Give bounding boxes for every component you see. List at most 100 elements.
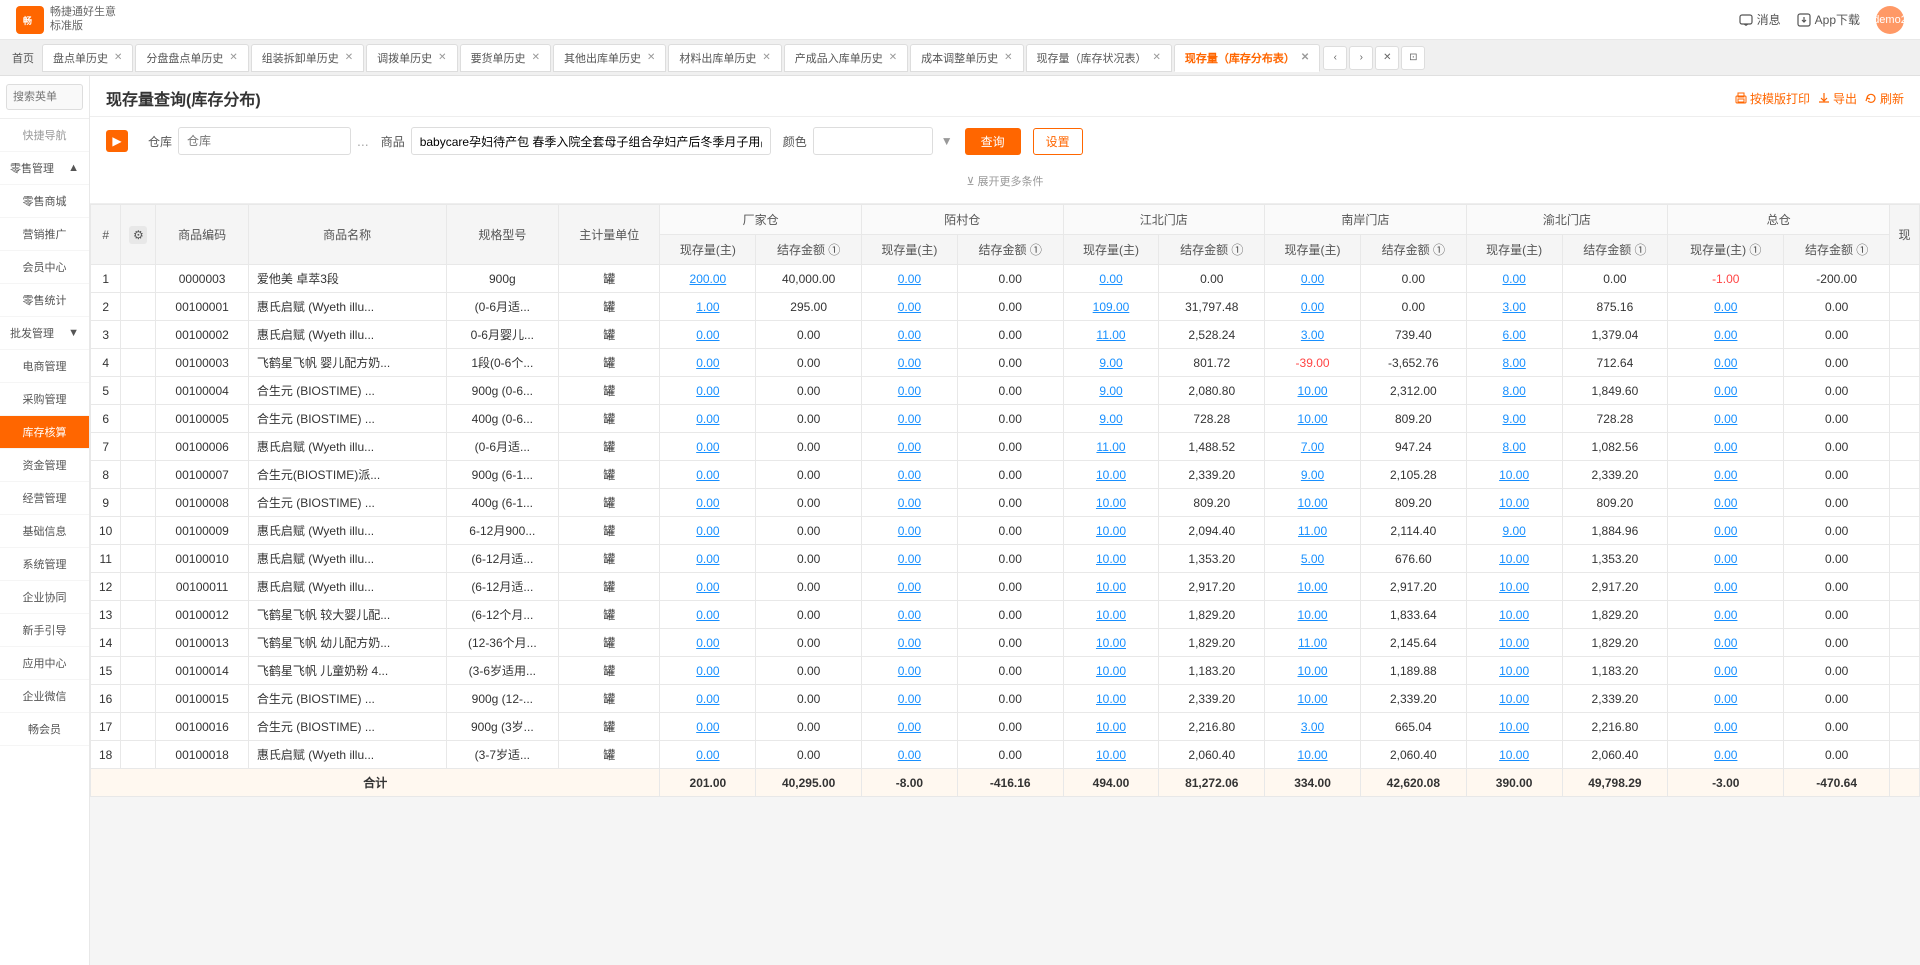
cell-fj-qty[interactable]: 0.00 — [660, 713, 756, 741]
tab-order[interactable]: 要货单历史✕ — [460, 44, 551, 72]
cell-na-qty[interactable]: 10.00 — [1265, 685, 1361, 713]
cell-mc-qty[interactable]: 0.00 — [861, 433, 957, 461]
settings-icon[interactable]: ⚙ — [129, 226, 147, 244]
close-tab-splitlist[interactable]: ✕ — [229, 52, 237, 63]
settings-btn[interactable]: 设置 — [1033, 128, 1083, 155]
cell-na-qty[interactable]: 3.00 — [1265, 321, 1361, 349]
cell-fj-qty[interactable]: 1.00 — [660, 293, 756, 321]
tab-cost-adj[interactable]: 成本调整单历史✕ — [910, 44, 1023, 72]
cell-total-qty[interactable]: 0.00 — [1668, 713, 1784, 741]
cell-mc-qty[interactable]: 0.00 — [861, 489, 957, 517]
cell-na-qty[interactable]: 7.00 — [1265, 433, 1361, 461]
close-tab-transfer[interactable]: ✕ — [438, 52, 446, 63]
cell-na-qty[interactable]: 10.00 — [1265, 601, 1361, 629]
cell-mc-qty[interactable]: 0.00 — [861, 405, 957, 433]
cell-mc-qty[interactable]: 0.00 — [861, 265, 957, 293]
cell-total-qty[interactable]: 0.00 — [1668, 461, 1784, 489]
cell-yb-qty[interactable]: 9.00 — [1466, 405, 1562, 433]
cell-jb-qty[interactable]: 10.00 — [1063, 685, 1159, 713]
tab-close-all-btn[interactable]: ✕ — [1375, 46, 1399, 70]
cell-fj-qty[interactable]: 0.00 — [660, 741, 756, 769]
cell-mc-qty[interactable]: 0.00 — [861, 349, 957, 377]
refresh-btn[interactable]: 刷新 — [1865, 90, 1904, 107]
cell-na-qty[interactable]: 10.00 — [1265, 377, 1361, 405]
search-input[interactable] — [6, 84, 83, 110]
cell-jb-qty[interactable]: 10.00 — [1063, 601, 1159, 629]
cell-yb-qty[interactable]: 10.00 — [1466, 489, 1562, 517]
sidebar-item-retail-shop[interactable]: 零售商城 — [0, 185, 89, 218]
cell-mc-qty[interactable]: 0.00 — [861, 517, 957, 545]
cell-total-qty[interactable]: 0.00 — [1668, 377, 1784, 405]
tab-transfer[interactable]: 调拨单历史✕ — [366, 44, 457, 72]
cell-na-qty[interactable]: 11.00 — [1265, 629, 1361, 657]
cell-jb-qty[interactable]: 10.00 — [1063, 713, 1159, 741]
close-tab-assemble[interactable]: ✕ — [345, 52, 353, 63]
close-tab-stock-dist[interactable]: ✕ — [1301, 52, 1309, 63]
print-btn[interactable]: 按模版打印 — [1735, 90, 1810, 107]
tab-splitlist[interactable]: 分盘盘点单历史✕ — [135, 44, 248, 72]
sidebar-item-retail-mgmt[interactable]: 零售管理▲ — [0, 152, 89, 185]
cell-yb-qty[interactable]: 10.00 — [1466, 713, 1562, 741]
cell-total-qty[interactable]: 0.00 — [1668, 629, 1784, 657]
warehouse-input[interactable] — [178, 127, 351, 155]
message-btn[interactable]: 消息 — [1739, 11, 1781, 28]
cell-mc-qty[interactable]: 0.00 — [861, 741, 957, 769]
cell-na-qty[interactable]: 0.00 — [1265, 293, 1361, 321]
cell-yb-qty[interactable]: 10.00 — [1466, 545, 1562, 573]
cell-total-qty[interactable]: 0.00 — [1668, 293, 1784, 321]
cell-na-qty[interactable]: 11.00 — [1265, 517, 1361, 545]
cell-mc-qty[interactable]: 0.00 — [861, 685, 957, 713]
sidebar-item-wholesale[interactable]: 批发管理▼ — [0, 317, 89, 350]
cell-jb-qty[interactable]: 11.00 — [1063, 433, 1159, 461]
cell-jb-qty[interactable]: 10.00 — [1063, 489, 1159, 517]
cell-fj-qty[interactable]: 0.00 — [660, 601, 756, 629]
cell-fj-qty[interactable]: 0.00 — [660, 573, 756, 601]
cell-yb-qty[interactable]: 3.00 — [1466, 293, 1562, 321]
sidebar-item-ops[interactable]: 经营管理 — [0, 482, 89, 515]
collapse-search-btn[interactable]: ▶ — [106, 130, 128, 152]
cell-jb-qty[interactable]: 11.00 — [1063, 321, 1159, 349]
cell-fj-qty[interactable]: 0.00 — [660, 433, 756, 461]
cell-na-qty[interactable]: 10.00 — [1265, 405, 1361, 433]
sidebar-item-corp-wx[interactable]: 企业微信 — [0, 680, 89, 713]
cell-yb-qty[interactable]: 10.00 — [1466, 657, 1562, 685]
sidebar-item-basic[interactable]: 基础信息 — [0, 515, 89, 548]
cell-jb-qty[interactable]: 10.00 — [1063, 629, 1159, 657]
cell-fj-qty[interactable]: 0.00 — [660, 517, 756, 545]
cell-mc-qty[interactable]: 0.00 — [861, 461, 957, 489]
cell-yb-qty[interactable]: 10.00 — [1466, 601, 1562, 629]
cell-fj-qty[interactable]: 200.00 — [660, 265, 756, 293]
sidebar-item-enterprise[interactable]: 企业协同 — [0, 581, 89, 614]
cell-na-qty[interactable]: 3.00 — [1265, 713, 1361, 741]
tab-expand-btn[interactable]: ⊡ — [1401, 46, 1425, 70]
cell-jb-qty[interactable]: 9.00 — [1063, 377, 1159, 405]
cell-jb-qty[interactable]: 9.00 — [1063, 349, 1159, 377]
cell-jb-qty[interactable]: 10.00 — [1063, 657, 1159, 685]
close-tab-stock-status[interactable]: ✕ — [1153, 52, 1161, 63]
cell-jb-qty[interactable]: 0.00 — [1063, 265, 1159, 293]
cell-fj-qty[interactable]: 0.00 — [660, 377, 756, 405]
tab-assemble[interactable]: 组装拆卸单历史✕ — [251, 44, 364, 72]
cell-jb-qty[interactable]: 9.00 — [1063, 405, 1159, 433]
cell-fj-qty[interactable]: 0.00 — [660, 349, 756, 377]
cell-fj-qty[interactable]: 0.00 — [660, 489, 756, 517]
cell-total-qty[interactable]: 0.00 — [1668, 573, 1784, 601]
cell-mc-qty[interactable]: 0.00 — [861, 545, 957, 573]
cell-na-qty[interactable]: 10.00 — [1265, 741, 1361, 769]
cell-mc-qty[interactable]: 0.00 — [861, 629, 957, 657]
close-tab-other-out[interactable]: ✕ — [647, 52, 655, 63]
col-settings-header[interactable]: ⚙ — [121, 205, 156, 265]
sidebar-item-inventory[interactable]: 库存核算 — [0, 416, 89, 449]
cell-total-qty[interactable]: 0.00 — [1668, 545, 1784, 573]
tab-home[interactable]: 首页 — [4, 50, 42, 66]
tab-other-out[interactable]: 其他出库单历史✕ — [553, 44, 666, 72]
tab-stock-status[interactable]: 现存量（库存状况表）✕ — [1026, 44, 1172, 72]
cell-mc-qty[interactable]: 0.00 — [861, 713, 957, 741]
cell-jb-qty[interactable]: 10.00 — [1063, 573, 1159, 601]
cell-fj-qty[interactable]: 0.00 — [660, 405, 756, 433]
cell-na-qty[interactable]: 10.00 — [1265, 489, 1361, 517]
tab-product-in[interactable]: 产成品入库单历史✕ — [784, 44, 908, 72]
cell-jb-qty[interactable]: 109.00 — [1063, 293, 1159, 321]
cell-mc-qty[interactable]: 0.00 — [861, 601, 957, 629]
close-tab-product-in[interactable]: ✕ — [889, 52, 897, 63]
